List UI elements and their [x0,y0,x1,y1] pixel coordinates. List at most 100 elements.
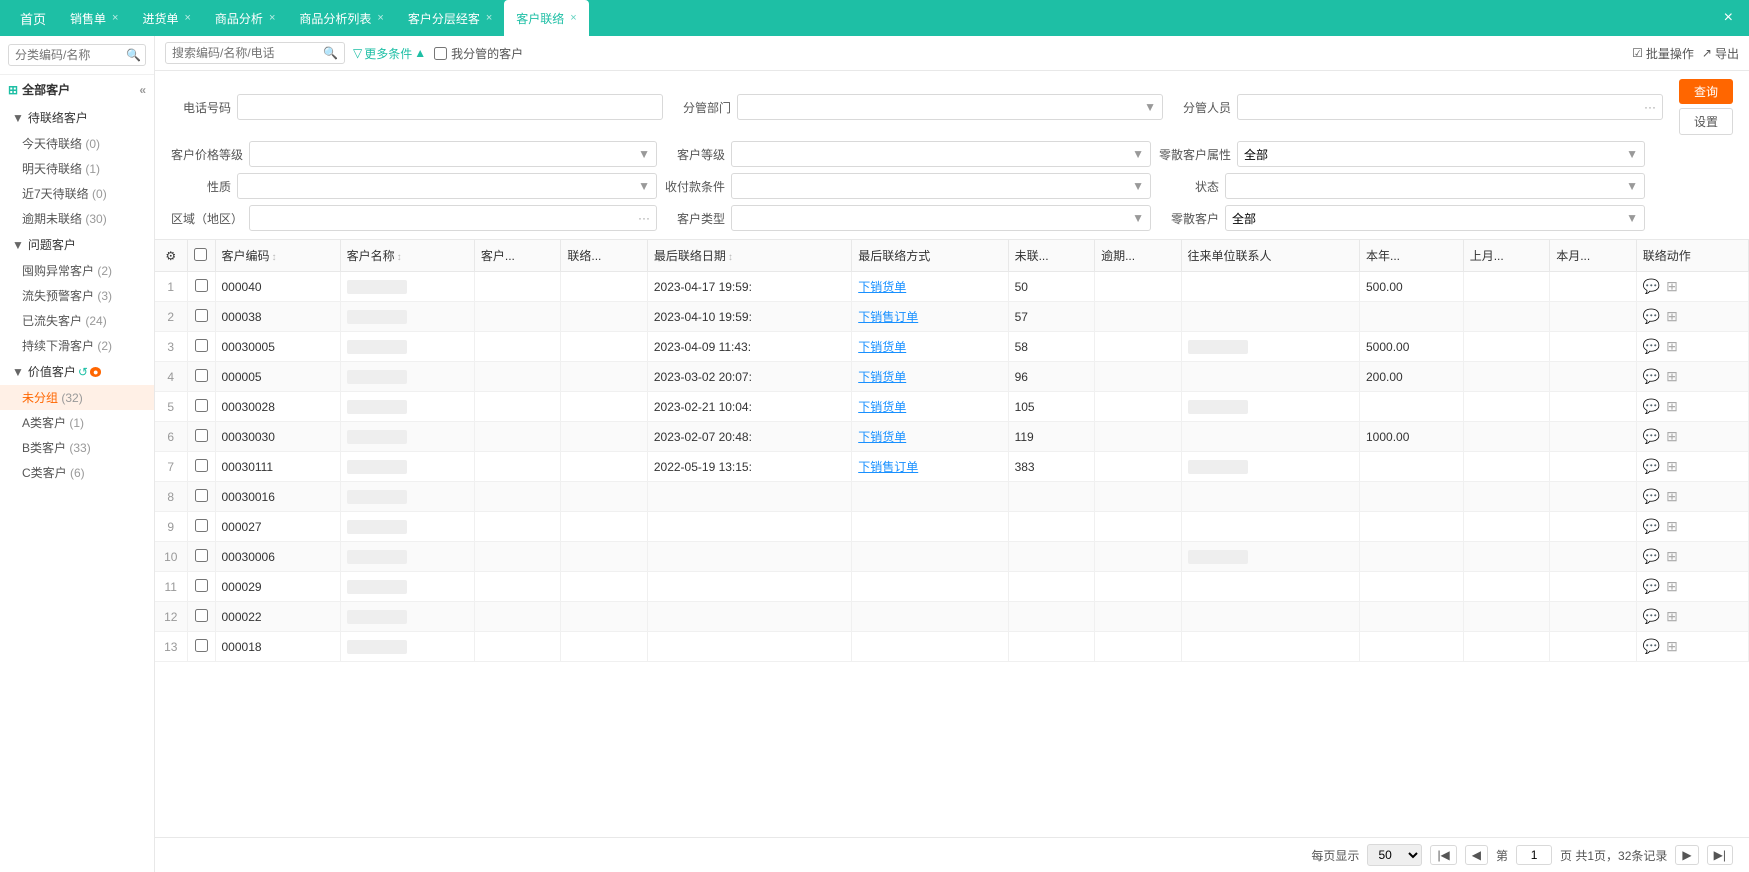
table-cell[interactable]: 💬⊞ [1636,392,1748,422]
my-customers-check[interactable] [434,47,447,60]
sidebar-item-today-pending[interactable]: 今天待联络 (0) [0,131,154,156]
close-tab-customer-contact-icon[interactable]: × [570,12,576,24]
grid-action-icon[interactable]: ⊞ [1666,638,1678,655]
dept-select[interactable]: ▼ [737,94,1163,120]
chat-icon[interactable]: 💬 [1643,488,1660,505]
refresh-icon[interactable]: ↺ [78,365,88,379]
per-page-select[interactable]: 50 20 100 [1367,844,1422,866]
grid-action-icon[interactable]: ⊞ [1666,278,1678,295]
row-checkbox[interactable] [187,632,215,662]
sidebar-item-class-b[interactable]: B类客户 (33) [0,435,154,460]
chat-icon[interactable]: 💬 [1643,368,1660,385]
th-type[interactable]: 客户... [474,240,560,272]
chat-icon[interactable]: 💬 [1643,638,1660,655]
table-cell[interactable]: 💬⊞ [1636,272,1748,302]
chat-icon[interactable]: 💬 [1643,608,1660,625]
row-checkbox[interactable] [187,302,215,332]
retail-customer-select[interactable]: 全部 ▼ [1225,205,1645,231]
table-cell[interactable]: 下销售订单 [852,452,1008,482]
th-partner[interactable]: 往来单位联系人 [1181,240,1359,272]
phone-input[interactable] [237,94,663,120]
close-tab-productlist-icon[interactable]: × [377,12,383,24]
prev-page-button[interactable]: ◀ [1465,845,1488,865]
table-cell[interactable]: 💬⊞ [1636,362,1748,392]
nav-tab-productlist[interactable]: 商品分析列表 × [287,0,395,36]
table-cell[interactable]: 💬⊞ [1636,512,1748,542]
grid-action-icon[interactable]: ⊞ [1666,338,1678,355]
chat-icon[interactable]: 💬 [1643,338,1660,355]
th-not-contact[interactable]: 未联... [1008,240,1094,272]
more-conditions-button[interactable]: ▽ 更多条件 ▲ [353,45,426,62]
table-cell[interactable]: 下销货单 [852,422,1008,452]
th-name[interactable]: 客户名称↕ [340,240,474,272]
row-checkbox[interactable] [187,512,215,542]
sidebar-item-churned[interactable]: 已流失客户 (24) [0,308,154,333]
table-cell[interactable]: 下销货单 [852,332,1008,362]
table-cell[interactable]: 下销货单 [852,362,1008,392]
sidebar-item-class-c[interactable]: C类客户 (6) [0,460,154,485]
table-cell[interactable]: 💬⊞ [1636,542,1748,572]
chat-icon[interactable]: 💬 [1643,518,1660,535]
table-cell[interactable]: 💬⊞ [1636,302,1748,332]
customer-type-select[interactable]: ▼ [731,205,1151,231]
nav-tab-purchaseorder[interactable]: 进货单 × [130,0,202,36]
chat-icon[interactable]: 💬 [1643,278,1660,295]
table-cell[interactable] [852,572,1008,602]
window-close-button[interactable]: × [1716,9,1741,27]
close-tab-salesorder-icon[interactable]: × [112,12,118,24]
nav-tab-customer-contact[interactable]: 客户联络 × [504,0,588,36]
table-cell[interactable]: 下销售订单 [852,302,1008,332]
grid-action-icon[interactable]: ⊞ [1666,308,1678,325]
row-checkbox[interactable] [187,452,215,482]
batch-op-button[interactable]: ☑ 批量操作 [1632,45,1694,62]
sidebar-item-class-a[interactable]: A类客户 (1) [0,410,154,435]
my-customers-checkbox[interactable]: 我分管的客户 [434,45,523,62]
sidebar-pending-group[interactable]: ▼ 待联络客户 [0,104,154,131]
grid-action-icon[interactable]: ⊞ [1666,368,1678,385]
table-cell[interactable] [852,482,1008,512]
query-button[interactable]: 查询 [1679,79,1733,104]
table-cell[interactable]: 💬⊞ [1636,332,1748,362]
sidebar-value-group[interactable]: ▼ 价值客户 ↺ ● [0,358,154,385]
th-contact[interactable]: 联络... [561,240,647,272]
row-checkbox[interactable] [187,272,215,302]
row-checkbox[interactable] [187,422,215,452]
page-input[interactable] [1516,845,1552,865]
table-cell[interactable]: 💬⊞ [1636,602,1748,632]
th-code[interactable]: 客户编码↕ [215,240,340,272]
table-cell[interactable] [852,542,1008,572]
chat-icon[interactable]: 💬 [1643,548,1660,565]
table-cell[interactable]: 下销货单 [852,392,1008,422]
grid-action-icon[interactable]: ⊞ [1666,458,1678,475]
sidebar-item-churn-warning[interactable]: 流失预警客户 (3) [0,283,154,308]
sidebar-item-hoard-abnormal[interactable]: 囤购异常客户 (2) [0,258,154,283]
reset-button[interactable]: 设置 [1679,108,1733,135]
table-cell[interactable]: 💬⊞ [1636,422,1748,452]
table-cell[interactable]: 💬⊞ [1636,572,1748,602]
close-tab-productanalysis-icon[interactable]: × [269,12,275,24]
status-select[interactable]: ▼ [1225,173,1645,199]
nav-tab-customer-tier[interactable]: 客户分层经客 × [396,0,504,36]
price-level-select[interactable]: ▼ [249,141,657,167]
sidebar-all-customers[interactable]: ⊞ 全部客户 « [0,75,154,104]
row-checkbox[interactable] [187,362,215,392]
last-page-button[interactable]: ▶| [1707,845,1733,865]
table-cell[interactable]: 💬⊞ [1636,632,1748,662]
sidebar-item-unclassified[interactable]: 未分组 (32) [0,385,154,410]
chat-icon[interactable]: 💬 [1643,578,1660,595]
next-page-button[interactable]: ▶ [1675,845,1698,865]
nav-tab-productanalysis[interactable]: 商品分析 × [203,0,287,36]
nature-select[interactable]: ▼ [237,173,657,199]
th-this-month[interactable]: 本月... [1550,240,1636,272]
grid-action-icon[interactable]: ⊞ [1666,488,1678,505]
sidebar-item-overdue-pending[interactable]: 逾期未联络 (30) [0,206,154,231]
close-tab-customer-tier-icon[interactable]: × [486,12,492,24]
th-checkbox[interactable] [187,240,215,272]
row-checkbox[interactable] [187,542,215,572]
chat-icon[interactable]: 💬 [1643,308,1660,325]
table-cell[interactable]: 💬⊞ [1636,482,1748,512]
sidebar-problem-group[interactable]: ▼ 问题客户 [0,231,154,258]
th-this-year[interactable]: 本年... [1360,240,1464,272]
row-checkbox[interactable] [187,602,215,632]
th-settings[interactable]: ⚙ [155,240,187,272]
